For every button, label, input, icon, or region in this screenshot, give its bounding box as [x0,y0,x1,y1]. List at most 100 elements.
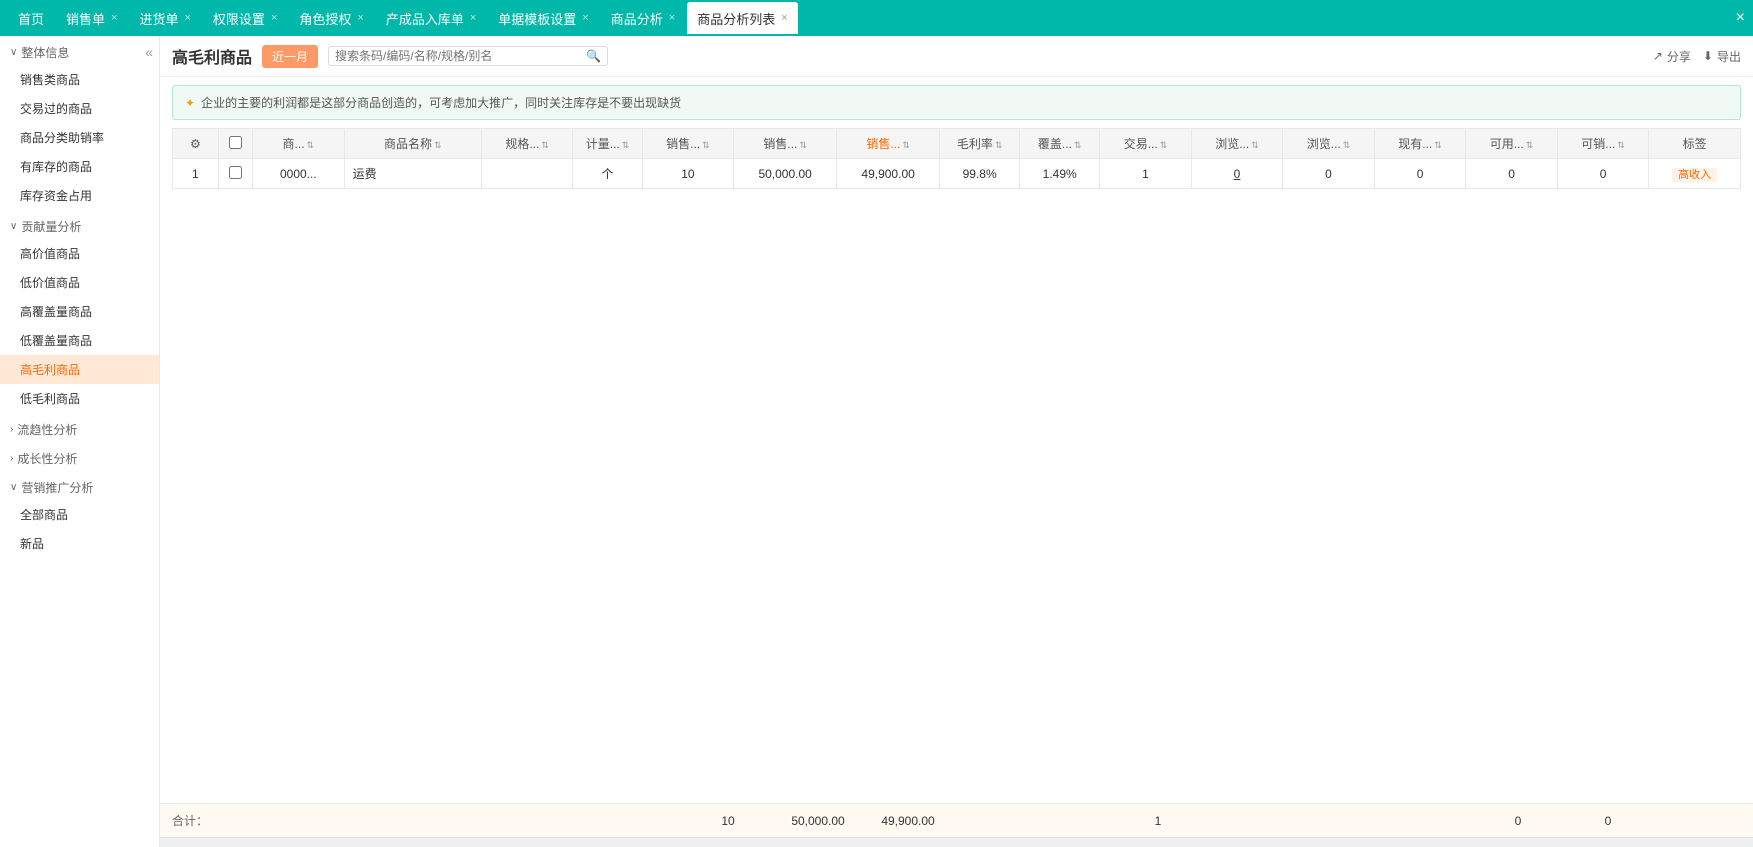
nav-analysis[interactable]: 商品分析 × [601,2,685,34]
close-roles-icon[interactable]: × [357,12,363,24]
th-tag: 标签 [1649,129,1741,159]
cell-name: 运费 [344,159,481,189]
footer-sale-profit: 49,900.00 [868,814,948,828]
footer-label: 合计： [172,812,208,829]
close-production-icon[interactable]: × [470,12,476,24]
nav-production[interactable]: 产成品入库单 × [376,2,486,34]
sidebar-item-new-goods[interactable]: 新品 [0,529,159,558]
nav-purchase[interactable]: 进货单 × [129,2,200,34]
sidebar-section-trend[interactable]: › 流趋性分析 [0,413,159,442]
sort-coverage-icon: ⇅ [1074,140,1082,150]
arrow-marketing: ∨ [10,482,17,493]
sidebar-item-high-margin[interactable]: 高毛利商品 [0,355,159,384]
select-all-checkbox[interactable] [229,136,242,149]
search-icon[interactable]: 🔍 [586,49,601,63]
table-container[interactable]: ⚙ 商...⇅ 商品名称⇅ 规格...⇅ [160,128,1753,803]
cell-sale-profit: 49,900.00 [837,159,940,189]
export-button[interactable]: ⬇ 导出 [1703,48,1741,65]
th-checkbox [218,129,252,159]
sidebar-item-low-value[interactable]: 低价值商品 [0,268,159,297]
th-browse1[interactable]: 浏览...⇅ [1191,129,1283,159]
sidebar-item-sales-goods[interactable]: 销售类商品 [0,65,159,94]
footer-sale-amount: 50,000.00 [778,814,858,828]
arrow-contribution: ∨ [10,221,17,232]
th-spec[interactable]: 规格...⇅ [481,129,573,159]
nav-home[interactable]: 首页 [8,2,54,34]
table-header-row: ⚙ 商...⇅ 商品名称⇅ 规格...⇅ [173,129,1741,159]
sidebar-item-all-goods[interactable]: 全部商品 [0,500,159,529]
nav-sales[interactable]: 销售单 × [56,2,127,34]
filter-month-button[interactable]: 近一月 [262,45,318,68]
sidebar: « ∨ 整体信息 销售类商品 交易过的商品 商品分类助销率 有库存的商品 库存资… [0,36,160,847]
cell-sale-amount: 50,000.00 [734,159,837,189]
close-permissions-icon[interactable]: × [271,12,277,24]
sidebar-item-traded-goods[interactable]: 交易过的商品 [0,94,159,123]
banner-text: 企业的主要的利润都是这部分商品创造的，可考虑加大推广，同时关注库存是不要出现缺货 [201,94,681,111]
close-templates-icon[interactable]: × [582,12,588,24]
sort-unit-icon: ⇅ [622,140,630,150]
close-analysis-icon[interactable]: × [669,12,675,24]
sidebar-item-high-value[interactable]: 高价值商品 [0,239,159,268]
sort-sellable-stock-icon: ⇅ [1617,140,1625,150]
cell-coverage: 1.49% [1020,159,1100,189]
arrow-growth: › [10,453,13,464]
th-sale-amount[interactable]: 销售...⇅ [734,129,837,159]
info-icon: ✦ [185,96,195,110]
th-available-stock[interactable]: 可用...⇅ [1466,129,1558,159]
cell-browse1: 0 [1191,159,1283,189]
sidebar-item-low-coverage[interactable]: 低覆盖量商品 [0,326,159,355]
th-unit[interactable]: 计量...⇅ [573,129,642,159]
sidebar-item-high-coverage[interactable]: 高覆盖量商品 [0,297,159,326]
sidebar-item-stock-capital[interactable]: 库存资金占用 [0,181,159,210]
scroll-bar[interactable] [160,837,1753,847]
th-sellable-stock[interactable]: 可销...⇅ [1557,129,1649,159]
th-name[interactable]: 商品名称⇅ [344,129,481,159]
row-checkbox[interactable] [229,166,242,179]
th-current-stock[interactable]: 现有...⇅ [1374,129,1466,159]
close-sales-icon[interactable]: × [111,12,117,24]
close-all-icon[interactable]: × [1736,9,1745,27]
nav-roles[interactable]: 角色授权 × [289,2,373,34]
sidebar-section-contribution[interactable]: ∨ 贡献量分析 [0,210,159,239]
th-gross-rate[interactable]: 毛利率⇅ [940,129,1020,159]
nav-analysis-list[interactable]: 商品分析列表 × [687,2,797,34]
th-trade[interactable]: 交易...⇅ [1100,129,1192,159]
sidebar-item-in-stock[interactable]: 有库存的商品 [0,152,159,181]
table-footer: 合计： 10 50,000.00 49,900.00 1 0 0 [160,803,1753,837]
sort-gross-rate-icon: ⇅ [995,140,1003,150]
cell-code: 0000... [253,159,345,189]
close-purchase-icon[interactable]: × [184,12,190,24]
sidebar-section-growth[interactable]: › 成长性分析 [0,442,159,471]
sidebar-section-overall[interactable]: ∨ 整体信息 [0,36,159,65]
cell-sellable-stock: 0 [1557,159,1649,189]
sort-name-icon: ⇅ [434,140,442,150]
sort-current-stock-icon: ⇅ [1434,140,1442,150]
header-actions: ↗ 分享 ⬇ 导出 [1653,48,1741,65]
share-button[interactable]: ↗ 分享 [1653,48,1691,65]
th-sale-profit[interactable]: 销售...⇅ [837,129,940,159]
cell-unit: 个 [573,159,642,189]
th-code[interactable]: 商...⇅ [253,129,345,159]
sidebar-collapse-icon[interactable]: « [145,44,153,60]
cell-gross-rate: 99.8% [940,159,1020,189]
sort-code-icon: ⇅ [307,140,315,150]
content-header: 高毛利商品 近一月 🔍 ↗ 分享 ⬇ 导出 [160,36,1753,77]
cell-check [218,159,252,189]
footer-available: 0 [1478,814,1558,828]
data-table: ⚙ 商...⇅ 商品名称⇅ 规格...⇅ [172,128,1741,189]
th-coverage[interactable]: 覆盖...⇅ [1020,129,1100,159]
arrow-overall: ∨ [10,47,17,58]
th-browse2[interactable]: 浏览...⇅ [1283,129,1375,159]
settings-icon: ⚙ [190,137,201,151]
search-input[interactable] [335,49,586,63]
cell-browse2: 0 [1283,159,1375,189]
nav-permissions[interactable]: 权限设置 × [203,2,287,34]
sidebar-section-marketing[interactable]: ∨ 营销推广分析 [0,471,159,500]
sidebar-item-category-rate[interactable]: 商品分类助销率 [0,123,159,152]
close-analysis-list-icon[interactable]: × [781,12,787,24]
sort-spec-icon: ⇅ [541,140,549,150]
sidebar-item-low-margin[interactable]: 低毛利商品 [0,384,159,413]
nav-templates[interactable]: 单据模板设置 × [488,2,598,34]
th-sale-count[interactable]: 销售...⇅ [642,129,734,159]
th-settings[interactable]: ⚙ [173,129,219,159]
